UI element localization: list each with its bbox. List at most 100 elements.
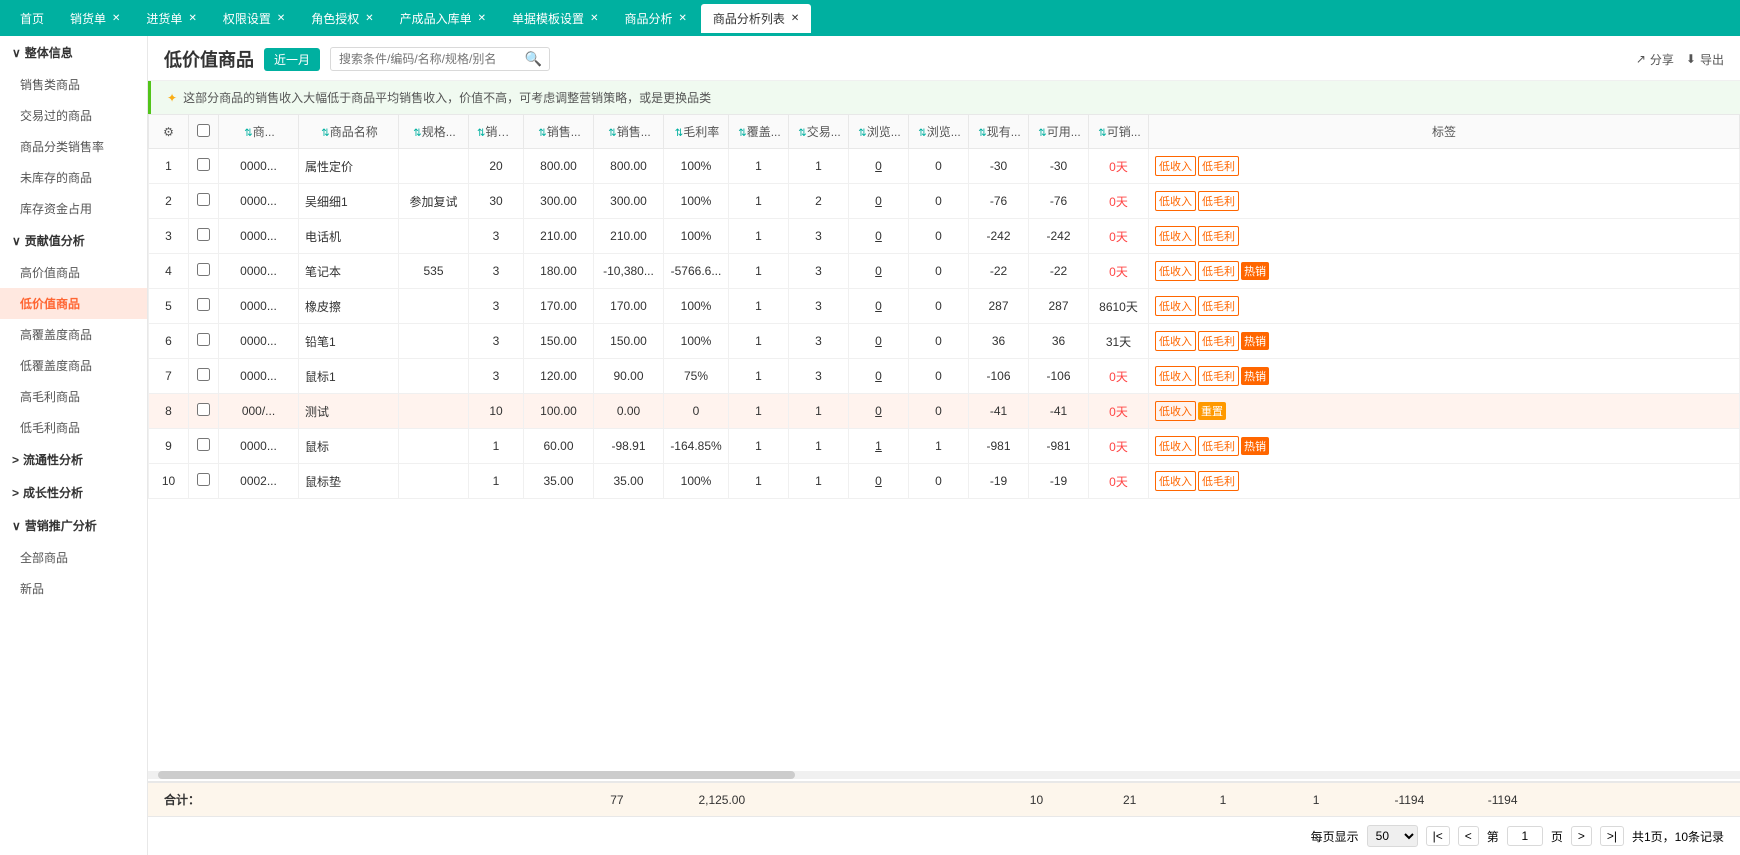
col-spec[interactable]: ⇅规格...: [399, 115, 469, 149]
sidebar-section-growth[interactable]: > 成长性分析: [0, 476, 147, 509]
row-browse1[interactable]: 0: [849, 149, 909, 184]
sidebar-section-circulation[interactable]: > 流通性分析: [0, 443, 147, 476]
row-checkbox-cell[interactable]: [189, 149, 219, 184]
horizontal-scrollbar[interactable]: [148, 771, 1740, 779]
first-page-button[interactable]: |<: [1426, 826, 1450, 846]
col-code[interactable]: ⇅商...: [219, 115, 299, 149]
page-number-input[interactable]: [1507, 826, 1543, 846]
col-qty[interactable]: ⇅销售...: [469, 115, 524, 149]
nav-tab-product[interactable]: 产成品入库单 ✕: [388, 4, 498, 33]
nav-tab-sales[interactable]: 销货单 ✕: [58, 4, 132, 33]
search-input[interactable]: [330, 47, 550, 71]
col-sales2[interactable]: ⇅销售...: [594, 115, 664, 149]
sidebar-section-overview[interactable]: ∨ 整体信息: [0, 36, 147, 69]
sidebar-item-high-coverage[interactable]: 高覆盖度商品: [0, 319, 147, 350]
close-icon[interactable]: ✕: [791, 13, 799, 24]
nav-tab-permission[interactable]: 权限设置 ✕: [211, 4, 297, 33]
row-checkbox-cell[interactable]: [189, 394, 219, 429]
row-checkbox[interactable]: [197, 368, 210, 381]
share-button[interactable]: ↗ 分享: [1636, 51, 1674, 68]
sidebar-item-low-margin[interactable]: 低毛利商品: [0, 412, 147, 443]
col-trade[interactable]: ⇅交易...: [789, 115, 849, 149]
close-icon[interactable]: ✕: [277, 13, 285, 24]
row-browse1[interactable]: 0: [849, 359, 909, 394]
sidebar-item-high-margin[interactable]: 高毛利商品: [0, 381, 147, 412]
row-browse1[interactable]: 0: [849, 464, 909, 499]
row-checkbox[interactable]: [197, 193, 210, 206]
row-browse1[interactable]: 0: [849, 254, 909, 289]
last-page-button[interactable]: >|: [1600, 826, 1624, 846]
nav-tab-template[interactable]: 单据模板设置 ✕: [500, 4, 610, 33]
row-checkbox-cell[interactable]: [189, 464, 219, 499]
main-content: 低价值商品 近一月 🔍 ↗ 分享 ⬇ 导出 ✦ 这部分商品的销售收入大幅低于商品…: [148, 36, 1740, 855]
row-browse1[interactable]: 1: [849, 429, 909, 464]
col-sales1[interactable]: ⇅销售...: [524, 115, 594, 149]
close-icon[interactable]: ✕: [188, 13, 196, 24]
prev-page-button[interactable]: <: [1458, 826, 1479, 846]
close-icon[interactable]: ✕: [478, 13, 486, 24]
close-icon[interactable]: ✕: [590, 13, 598, 24]
col-checkbox[interactable]: [189, 115, 219, 149]
close-icon[interactable]: ✕: [365, 13, 373, 24]
sidebar-item-low-coverage[interactable]: 低覆盖度商品: [0, 350, 147, 381]
row-browse1[interactable]: 0: [849, 289, 909, 324]
nav-tab-role[interactable]: 角色授权 ✕: [299, 4, 385, 33]
col-stock[interactable]: ⇅现有...: [969, 115, 1029, 149]
col-settings[interactable]: ⚙: [149, 115, 189, 149]
row-checkbox-cell[interactable]: [189, 219, 219, 254]
sidebar-item-low-value[interactable]: 低价值商品: [0, 288, 147, 319]
row-checkbox-cell[interactable]: [189, 359, 219, 394]
nav-tab-analysis[interactable]: 商品分析 ✕: [612, 4, 698, 33]
row-browse1[interactable]: 0: [849, 324, 909, 359]
sidebar-item-all-goods[interactable]: 全部商品: [0, 542, 147, 573]
row-checkbox[interactable]: [197, 298, 210, 311]
row-checkbox[interactable]: [197, 333, 210, 346]
row-checkbox[interactable]: [197, 473, 210, 486]
sidebar-item-traded-goods[interactable]: 交易过的商品: [0, 100, 147, 131]
tag-badge: 低收入: [1155, 261, 1196, 281]
row-checkbox-cell[interactable]: [189, 184, 219, 219]
scrollbar-thumb[interactable]: [158, 771, 795, 779]
row-browse1[interactable]: 0: [849, 184, 909, 219]
row-checkbox-cell[interactable]: [189, 324, 219, 359]
col-cover[interactable]: ⇅覆盖...: [729, 115, 789, 149]
export-button[interactable]: ⬇ 导出: [1686, 51, 1724, 68]
row-checkbox[interactable]: [197, 438, 210, 451]
search-icon[interactable]: 🔍: [525, 51, 542, 68]
sidebar-item-sales-goods[interactable]: 销售类商品: [0, 69, 147, 100]
row-checkbox[interactable]: [197, 403, 210, 416]
sidebar-item-new-goods[interactable]: 新品: [0, 573, 147, 604]
page-size-select[interactable]: 50 100 200: [1367, 825, 1418, 847]
close-icon[interactable]: ✕: [678, 13, 686, 24]
sidebar-item-no-stock[interactable]: 未库存的商品: [0, 162, 147, 193]
col-browse2[interactable]: ⇅浏览...: [909, 115, 969, 149]
close-icon[interactable]: ✕: [112, 13, 120, 24]
col-avail[interactable]: ⇅可用...: [1029, 115, 1089, 149]
row-checkbox[interactable]: [197, 158, 210, 171]
nav-tab-analysis-list[interactable]: 商品分析列表 ✕: [701, 4, 811, 33]
row-browse2: 0: [909, 359, 969, 394]
row-checkbox[interactable]: [197, 228, 210, 241]
row-browse1[interactable]: 0: [849, 219, 909, 254]
row-browse1[interactable]: 0: [849, 394, 909, 429]
sidebar-item-stock-fund[interactable]: 库存资金占用: [0, 193, 147, 224]
row-checkbox[interactable]: [197, 263, 210, 276]
sidebar-section-contribution[interactable]: ∨ 贡献值分析: [0, 224, 147, 257]
row-checkbox-cell[interactable]: [189, 289, 219, 324]
nav-tab-purchase[interactable]: 进货单 ✕: [134, 4, 208, 33]
col-browse1[interactable]: ⇅浏览...: [849, 115, 909, 149]
col-name[interactable]: ⇅商品名称: [299, 115, 399, 149]
table-wrapper: ⚙ ⇅商... ⇅商品名称 ⇅规格... ⇅销售... ⇅销售... ⇅销售..…: [148, 114, 1740, 769]
col-sellable[interactable]: ⇅可销...: [1089, 115, 1149, 149]
col-margin[interactable]: ⇅毛利率: [664, 115, 729, 149]
table-row: 8 000/... 测试 10 100.00 0.00 0 1 1 0 0 -4…: [149, 394, 1740, 429]
select-all-checkbox[interactable]: [197, 124, 210, 137]
row-checkbox-cell[interactable]: [189, 254, 219, 289]
sidebar-item-category-rate[interactable]: 商品分类销售率: [0, 131, 147, 162]
row-checkbox-cell[interactable]: [189, 429, 219, 464]
next-page-button[interactable]: >: [1571, 826, 1592, 846]
sidebar-section-marketing[interactable]: ∨ 营销推广分析: [0, 509, 147, 542]
nav-tab-home[interactable]: 首页: [8, 4, 56, 33]
filter-recent-month-button[interactable]: 近一月: [264, 48, 320, 71]
sidebar-item-high-value[interactable]: 高价值商品: [0, 257, 147, 288]
